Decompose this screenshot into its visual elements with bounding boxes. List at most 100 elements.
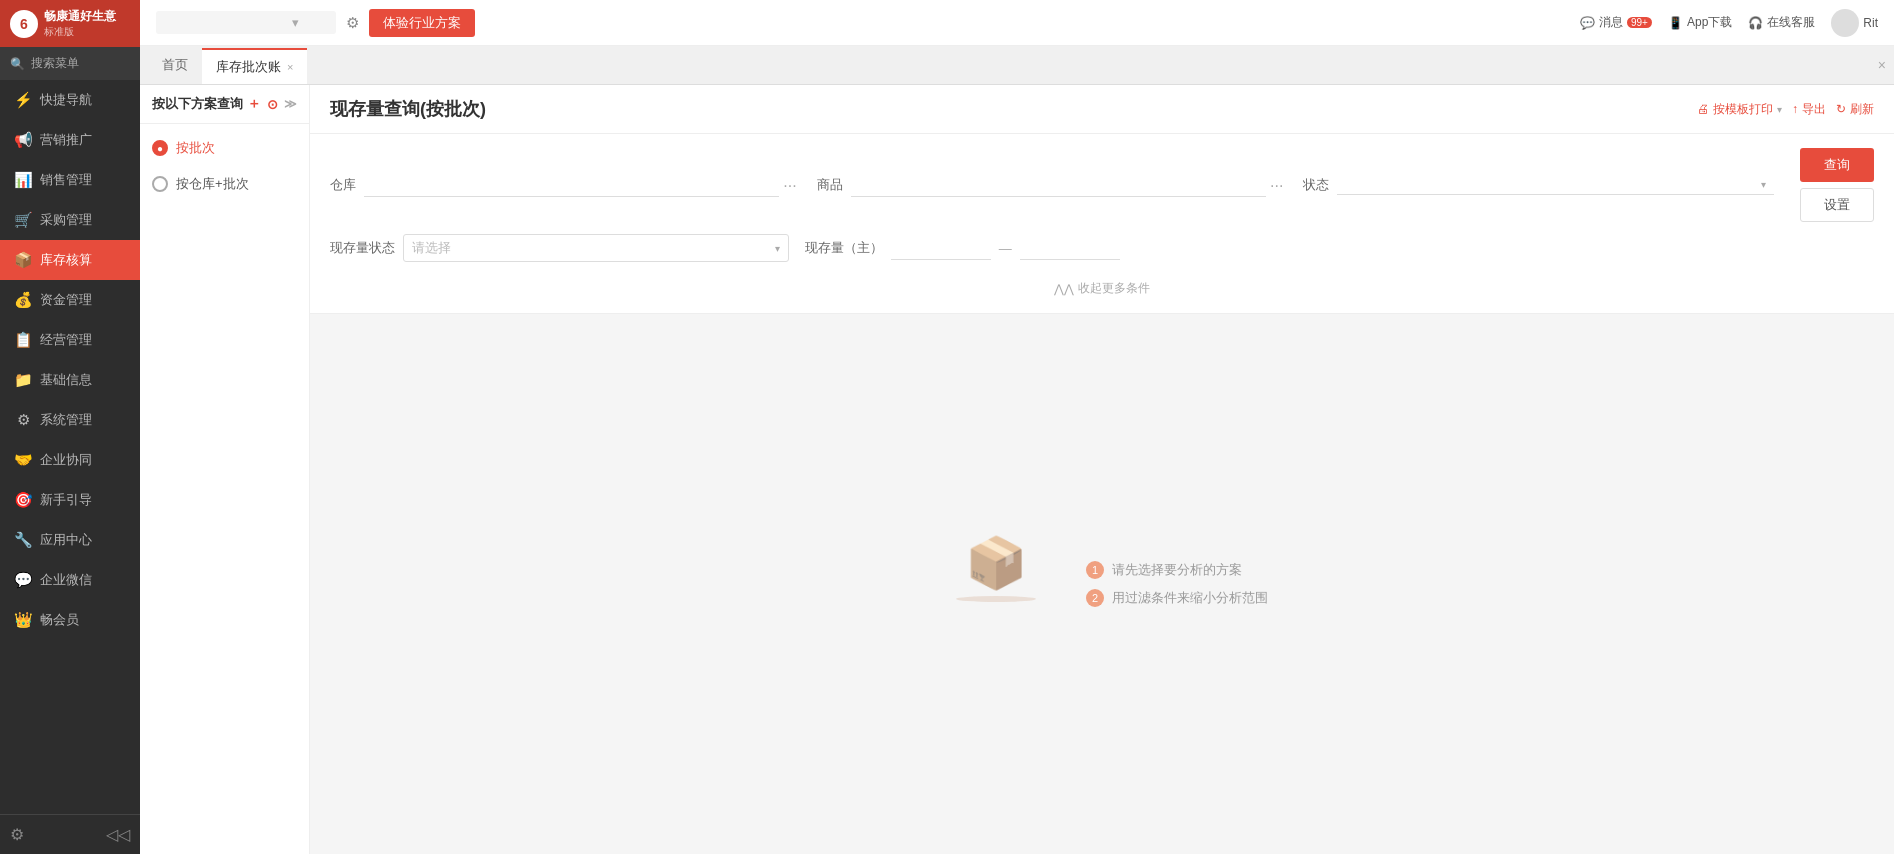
- settings-button[interactable]: 设置: [1800, 188, 1874, 222]
- messages-icon: 💬: [1580, 16, 1595, 30]
- topbar: ▾ ⚙ 体验行业方案 💬 消息 99+ 📱 App下载 🎧 在线客服 Rit: [140, 0, 1894, 46]
- stock-quantity-min[interactable]: [891, 236, 991, 260]
- sidebar-item-new-user-guide[interactable]: 🎯 新手引导: [0, 480, 140, 520]
- settings-scheme-icon[interactable]: ⊙: [267, 97, 278, 112]
- collapse-sidebar-icon[interactable]: ◁◁: [106, 825, 130, 844]
- sidebar-item-finance[interactable]: 💰 资金管理: [0, 280, 140, 320]
- brand-sub: 标准版: [44, 25, 116, 39]
- tab-home-label: 首页: [162, 56, 188, 74]
- status-select[interactable]: ▾: [1337, 175, 1774, 195]
- tabs-close-all[interactable]: ×: [1878, 57, 1886, 73]
- sidebar-item-quick-nav[interactable]: ⚡ 快捷导航: [0, 80, 140, 120]
- sidebar-nav: ⚡ 快捷导航 📢 营销推广 📊 销售管理 🛒 采购管理 📦 库存核算 💰 资金管…: [0, 80, 140, 814]
- sidebar-item-sales[interactable]: 📊 销售管理: [0, 160, 140, 200]
- filter-area: 仓库 ··· 商品 ··· 状态 ▾: [310, 134, 1894, 314]
- sidebar-item-marketing[interactable]: 📢 营销推广: [0, 120, 140, 160]
- warehouse-label: 仓库: [330, 176, 356, 194]
- sidebar-item-label: 畅会员: [40, 611, 79, 629]
- print-icon: 🖨: [1697, 102, 1709, 116]
- sidebar-item-label: 库存核算: [40, 251, 92, 269]
- product-label: 商品: [817, 176, 843, 194]
- topbar-search-box[interactable]: ▾: [156, 11, 336, 34]
- scheme-by-warehouse-batch[interactable]: 按仓库+批次: [140, 166, 309, 202]
- tabs-bar: 首页 库存批次账 × ×: [140, 46, 1894, 85]
- add-scheme-icon[interactable]: ＋: [247, 95, 261, 113]
- stock-status-placeholder: 请选择: [412, 239, 451, 257]
- query-button[interactable]: 查询: [1800, 148, 1874, 182]
- stock-status-select[interactable]: 请选择 ▾: [403, 234, 789, 262]
- sidebar-search[interactable]: 🔍 搜索菜单: [0, 47, 140, 80]
- app-download-icon: 📱: [1668, 16, 1683, 30]
- settings-icon[interactable]: ⚙: [10, 825, 24, 844]
- purchase-icon: 🛒: [14, 211, 32, 229]
- filter-collapse-row[interactable]: ⋀⋀ 收起更多条件: [330, 274, 1874, 299]
- empty-tips: 1 请先选择要分析的方案 2 用过滤条件来缩小分析范围: [1086, 561, 1268, 607]
- sidebar-item-membership[interactable]: 👑 畅会员: [0, 600, 140, 640]
- topbar-gear-icon[interactable]: ⚙: [346, 14, 359, 32]
- tab-inventory-batch[interactable]: 库存批次账 ×: [202, 48, 307, 84]
- stock-quantity-max[interactable]: [1020, 236, 1120, 260]
- print-dropdown-icon[interactable]: ▾: [1777, 104, 1782, 115]
- left-panel-actions: ＋ ⊙ ≫: [247, 95, 297, 113]
- tip-number-2: 2: [1086, 589, 1104, 607]
- sidebar-item-system[interactable]: ⚙ 系统管理: [0, 400, 140, 440]
- sidebar-item-label: 采购管理: [40, 211, 92, 229]
- export-icon: ↑: [1792, 102, 1798, 116]
- username: Rit: [1863, 16, 1878, 30]
- sidebar-item-label: 经营管理: [40, 331, 92, 349]
- sidebar-item-enterprise-wechat[interactable]: 💬 企业微信: [0, 560, 140, 600]
- sidebar-item-operations[interactable]: 📋 经营管理: [0, 320, 140, 360]
- online-service-action[interactable]: 🎧 在线客服: [1748, 14, 1815, 31]
- search-dropdown-icon[interactable]: ▾: [292, 15, 299, 30]
- status-label: 状态: [1303, 176, 1329, 194]
- stock-quantity-filter: 现存量（主） —: [805, 236, 1264, 260]
- brand-name: 畅康通好生意: [44, 8, 116, 25]
- main-area: ▾ ⚙ 体验行业方案 💬 消息 99+ 📱 App下载 🎧 在线客服 Rit: [140, 0, 1894, 854]
- stock-status-label: 现存量状态: [330, 239, 395, 257]
- sidebar-item-inventory[interactable]: 📦 库存核算: [0, 240, 140, 280]
- sales-icon: 📊: [14, 171, 32, 189]
- warehouse-input[interactable]: [364, 173, 779, 197]
- app-download-label: App下载: [1687, 14, 1732, 31]
- sidebar-item-label: 新手引导: [40, 491, 92, 509]
- sidebar-item-label: 企业协同: [40, 451, 92, 469]
- tip-1: 1 请先选择要分析的方案: [1086, 561, 1268, 579]
- scheme-by-batch-label: 按批次: [176, 139, 215, 157]
- topbar-actions: 💬 消息 99+ 📱 App下载 🎧 在线客服 Rit: [1580, 9, 1878, 37]
- online-service-icon: 🎧: [1748, 16, 1763, 30]
- basic-info-icon: 📁: [14, 371, 32, 389]
- stock-status-filter: 现存量状态 请选择 ▾: [330, 234, 789, 262]
- search-input[interactable]: [166, 16, 286, 30]
- warehouse-dots[interactable]: ···: [779, 177, 800, 195]
- sidebar-item-app-center[interactable]: 🔧 应用中心: [0, 520, 140, 560]
- quick-nav-icon: ⚡: [14, 91, 32, 109]
- brand-info: 畅康通好生意 标准版: [44, 8, 116, 39]
- scheme-by-batch[interactable]: ● 按批次: [140, 130, 309, 166]
- sidebar-item-basic-info[interactable]: 📁 基础信息: [0, 360, 140, 400]
- sidebar-item-label: 资金管理: [40, 291, 92, 309]
- user-profile[interactable]: Rit: [1831, 9, 1878, 37]
- tab-inventory-batch-close[interactable]: ×: [287, 61, 293, 73]
- collapse-panel-icon[interactable]: ≫: [284, 97, 297, 111]
- page-header: 现存量查询(按批次) 🖨 按模板打印 ▾ ↑ 导出 ↻ 刷新: [310, 85, 1894, 134]
- tip-text-2: 用过滤条件来缩小分析范围: [1112, 589, 1268, 607]
- sidebar-item-purchase[interactable]: 🛒 采购管理: [0, 200, 140, 240]
- product-input[interactable]: [851, 173, 1266, 197]
- app-center-icon: 🔧: [14, 531, 32, 549]
- content-area: 按以下方案查询 ＋ ⊙ ≫ ● 按批次 按仓库+批次: [140, 85, 1894, 854]
- membership-icon: 👑: [14, 611, 32, 629]
- refresh-icon: ↻: [1836, 102, 1846, 116]
- enterprise-collab-icon: 🤝: [14, 451, 32, 469]
- sidebar-item-enterprise-collab[interactable]: 🤝 企业协同: [0, 440, 140, 480]
- messages-action[interactable]: 💬 消息 99+: [1580, 14, 1652, 31]
- print-button[interactable]: 🖨 按模板打印 ▾: [1697, 101, 1782, 118]
- sidebar-search-label: 搜索菜单: [31, 55, 79, 72]
- tab-inventory-batch-label: 库存批次账: [216, 58, 281, 76]
- new-user-guide-icon: 🎯: [14, 491, 32, 509]
- trial-button[interactable]: 体验行业方案: [369, 9, 475, 37]
- refresh-button[interactable]: ↻ 刷新: [1836, 101, 1874, 118]
- tab-home[interactable]: 首页: [148, 48, 202, 82]
- app-download-action[interactable]: 📱 App下载: [1668, 14, 1732, 31]
- product-dots[interactable]: ···: [1266, 177, 1287, 195]
- export-button[interactable]: ↑ 导出: [1792, 101, 1826, 118]
